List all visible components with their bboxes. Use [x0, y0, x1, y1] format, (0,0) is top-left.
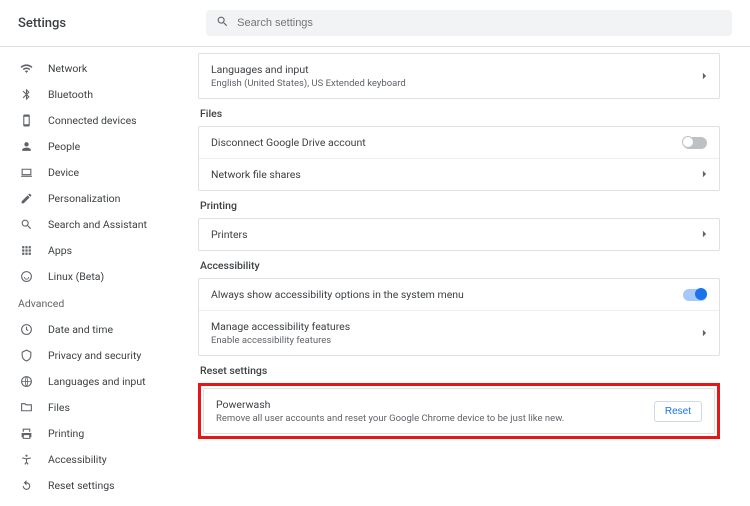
- row-title: Network file shares: [211, 168, 702, 181]
- sidebar-item-label: Search and Assistant: [48, 218, 147, 231]
- row-sub: Enable accessibility features: [211, 335, 702, 346]
- wifi-icon: [18, 60, 34, 76]
- sidebar-item-label: Device: [48, 166, 79, 179]
- sidebar-item-label: Bluetooth: [48, 88, 93, 101]
- sidebar-item-date[interactable]: Date and time: [18, 316, 190, 342]
- device-icon: [18, 164, 34, 180]
- sidebar-item-linux[interactable]: Linux (Beta): [18, 263, 190, 289]
- chevron-right-icon: [702, 168, 707, 181]
- sidebar-item-label: Connected devices: [48, 114, 137, 127]
- sidebar-item-printing[interactable]: Printing: [18, 420, 190, 446]
- row-title: Always show accessibility options in the…: [211, 288, 683, 301]
- row-manage-a11y[interactable]: Manage accessibility features Enable acce…: [199, 311, 719, 355]
- sidebar-item-network[interactable]: Network: [18, 55, 190, 81]
- row-network-shares[interactable]: Network file shares: [199, 159, 719, 190]
- sidebar-item-personalization[interactable]: Personalization: [18, 185, 190, 211]
- bluetooth-icon: [18, 86, 34, 102]
- row-powerwash: Powerwash Remove all user accounts and re…: [204, 389, 714, 433]
- sidebar-item-label: Accessibility: [48, 453, 107, 466]
- row-title: Disconnect Google Drive account: [211, 136, 683, 149]
- reset-panel: Powerwash Remove all user accounts and re…: [203, 388, 715, 434]
- clock-icon: [18, 321, 34, 337]
- phone-icon: [18, 112, 34, 128]
- row-title: Printers: [211, 228, 702, 241]
- reset-icon: [18, 477, 34, 493]
- row-languages[interactable]: Languages and input English (United State…: [199, 54, 719, 98]
- sidebar-item-label: Date and time: [48, 323, 113, 336]
- linux-icon: [18, 268, 34, 284]
- pencil-icon: [18, 190, 34, 206]
- toggle-always-a11y[interactable]: [683, 289, 707, 301]
- search-wrap[interactable]: [206, 10, 732, 36]
- toggle-disconnect-drive[interactable]: [683, 137, 707, 149]
- accessibility-icon: [18, 451, 34, 467]
- page-title: Settings: [18, 16, 66, 31]
- chevron-right-icon: [702, 70, 707, 83]
- chevron-right-icon: [702, 327, 707, 340]
- reset-button[interactable]: Reset: [654, 401, 702, 422]
- sidebar-item-label: People: [48, 140, 80, 153]
- section-files-heading: Files: [200, 107, 720, 120]
- sidebar-item-label: Linux (Beta): [48, 270, 104, 283]
- search-icon: [216, 15, 229, 31]
- section-printing-heading: Printing: [200, 199, 720, 212]
- a11y-panel: Always show accessibility options in the…: [198, 278, 720, 356]
- sidebar-item-label: Personalization: [48, 192, 120, 205]
- sidebar-item-label: Printing: [48, 427, 84, 440]
- printing-panel: Printers: [198, 218, 720, 251]
- sidebar-item-privacy[interactable]: Privacy and security: [18, 342, 190, 368]
- chevron-right-icon: [702, 228, 707, 241]
- row-sub: English (United States), US Extended key…: [211, 78, 702, 89]
- row-printers[interactable]: Printers: [199, 219, 719, 250]
- main: Languages and input English (United State…: [190, 47, 750, 506]
- sidebar-item-files[interactable]: Files: [18, 394, 190, 420]
- row-sub: Remove all user accounts and reset your …: [216, 413, 654, 424]
- section-reset-heading: Reset settings: [200, 364, 720, 377]
- sidebar-item-search[interactable]: Search and Assistant: [18, 211, 190, 237]
- shield-icon: [18, 347, 34, 363]
- sidebar-item-label: Reset settings: [48, 479, 115, 492]
- sidebar-item-reset[interactable]: Reset settings: [18, 472, 190, 498]
- sidebar-item-label: Apps: [48, 244, 72, 257]
- row-disconnect-drive[interactable]: Disconnect Google Drive account: [199, 127, 719, 159]
- sidebar-item-label: Network: [48, 62, 87, 75]
- highlight-box: Powerwash Remove all user accounts and re…: [198, 383, 720, 439]
- printer-icon: [18, 425, 34, 441]
- sidebar-item-label: Files: [48, 401, 70, 414]
- search-icon: [18, 216, 34, 232]
- folder-icon: [18, 399, 34, 415]
- sidebar-item-bluetooth[interactable]: Bluetooth: [18, 81, 190, 107]
- row-title: Manage accessibility features: [211, 320, 702, 333]
- lang-panel: Languages and input English (United State…: [198, 53, 720, 99]
- sidebar-item-label: Privacy and security: [48, 349, 141, 362]
- sidebar-item-apps[interactable]: Apps: [18, 237, 190, 263]
- sidebar: Network Bluetooth Connected devices Peop…: [0, 47, 190, 506]
- person-icon: [18, 138, 34, 154]
- row-always-show-a11y[interactable]: Always show accessibility options in the…: [199, 279, 719, 311]
- sidebar-item-label: Languages and input: [48, 375, 146, 388]
- sidebar-item-people[interactable]: People: [18, 133, 190, 159]
- search-input[interactable]: [237, 17, 722, 29]
- section-a11y-heading: Accessibility: [200, 259, 720, 272]
- sidebar-item-device[interactable]: Device: [18, 159, 190, 185]
- sidebar-item-lang[interactable]: Languages and input: [18, 368, 190, 394]
- apps-icon: [18, 242, 34, 258]
- files-panel: Disconnect Google Drive account Network …: [198, 126, 720, 191]
- row-title: Languages and input: [211, 63, 702, 76]
- globe-icon: [18, 373, 34, 389]
- sidebar-advanced-heading: Advanced: [18, 289, 190, 316]
- header: Settings: [0, 0, 750, 47]
- sidebar-item-connected[interactable]: Connected devices: [18, 107, 190, 133]
- row-title: Powerwash: [216, 398, 654, 411]
- sidebar-item-a11y[interactable]: Accessibility: [18, 446, 190, 472]
